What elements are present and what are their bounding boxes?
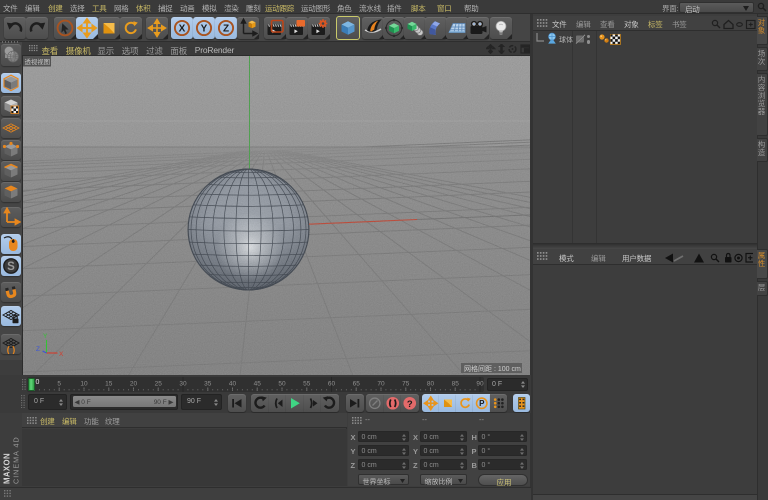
svg-text:层: 层 xyxy=(758,283,766,292)
svg-text:CINEMA 4D: CINEMA 4D xyxy=(12,436,21,484)
svg-text:Z: Z xyxy=(223,24,229,35)
svg-text:( ): ( ) xyxy=(7,344,16,354)
svg-text:90: 90 xyxy=(476,381,484,388)
svg-text:15: 15 xyxy=(105,381,113,388)
svg-text:?: ? xyxy=(407,399,413,410)
svg-text:象: 象 xyxy=(758,25,766,35)
svg-text:网格间距 : 100 cm: 网格间距 : 100 cm xyxy=(464,364,521,373)
svg-text:Z: Z xyxy=(36,346,40,353)
svg-text:10: 10 xyxy=(80,381,88,388)
svg-text:35: 35 xyxy=(204,381,212,388)
svg-text:20: 20 xyxy=(130,381,138,388)
svg-text:透视视图: 透视视图 xyxy=(25,57,51,66)
svg-text:性: 性 xyxy=(758,258,766,268)
svg-text:X: X xyxy=(179,24,186,35)
svg-text:60: 60 xyxy=(328,381,336,388)
svg-text:80: 80 xyxy=(427,381,435,388)
svg-text:65: 65 xyxy=(353,381,361,388)
svg-text:30: 30 xyxy=(179,381,187,388)
svg-text:Y: Y xyxy=(43,333,48,340)
svg-text:器: 器 xyxy=(758,107,766,116)
svg-text:55: 55 xyxy=(303,381,311,388)
svg-text:MAXON: MAXON xyxy=(3,453,12,484)
svg-text:40: 40 xyxy=(229,381,237,388)
svg-text:85: 85 xyxy=(452,381,460,388)
svg-text:P: P xyxy=(479,399,485,408)
svg-text:25: 25 xyxy=(155,381,163,388)
svg-text:75: 75 xyxy=(402,381,410,388)
svg-text:45: 45 xyxy=(254,381,262,388)
svg-text:S: S xyxy=(7,261,15,273)
svg-text:50: 50 xyxy=(278,381,286,388)
svg-text:X: X xyxy=(59,351,64,358)
svg-text:70: 70 xyxy=(377,381,385,388)
svg-text:次: 次 xyxy=(758,56,766,66)
svg-text:造: 造 xyxy=(758,147,766,157)
svg-text:Y: Y xyxy=(201,24,208,35)
svg-text:5: 5 xyxy=(57,381,61,388)
